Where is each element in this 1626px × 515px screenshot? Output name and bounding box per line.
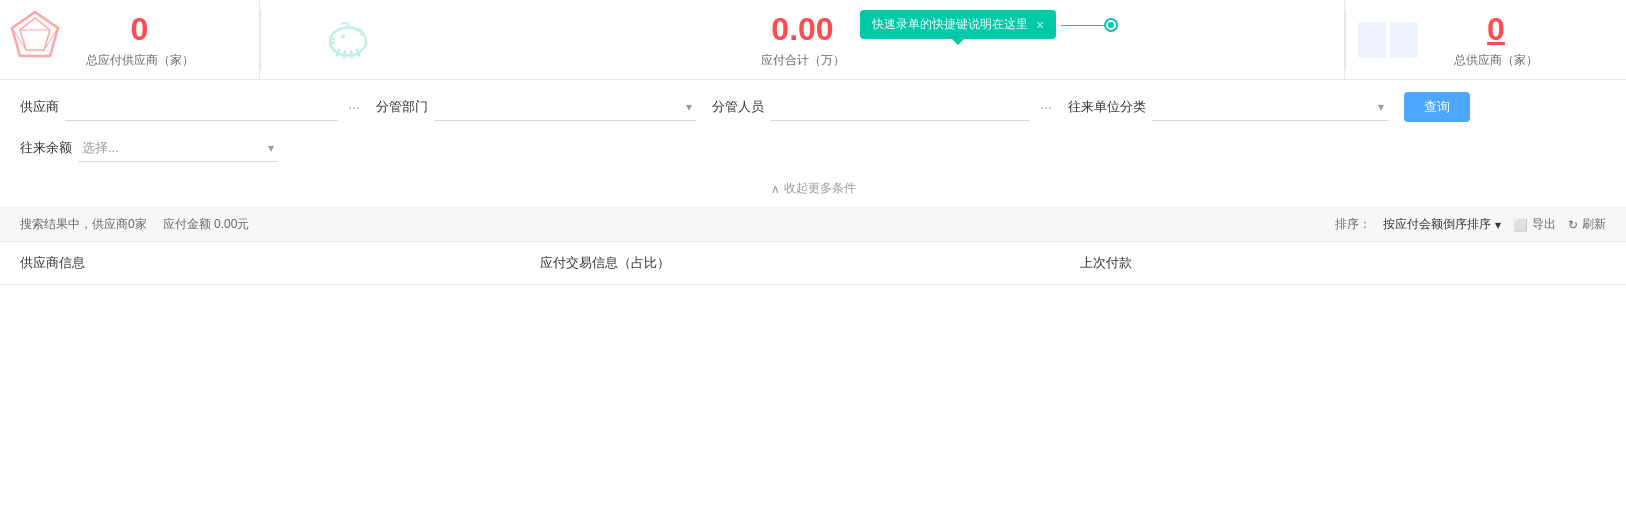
supplier-input[interactable] [69, 99, 334, 114]
sort-label: 排序： [1335, 216, 1371, 233]
tooltip-close-button[interactable]: × [1036, 17, 1044, 33]
refresh-label: 刷新 [1582, 216, 1606, 233]
export-label: 导出 [1532, 216, 1556, 233]
balance-label: 往来余额 [20, 139, 72, 157]
placeholder-block1 [1358, 22, 1386, 58]
stat-item-total-right: 0 总供应商（家） [1346, 0, 1626, 79]
unit-label: 往来单位分类 [1068, 98, 1146, 116]
tooltip-dot [1106, 20, 1116, 30]
results-controls: 排序： 按应付会额倒序排序 ▾ ⬜ 导出 ↻ 刷新 [1335, 216, 1606, 233]
unit-chevron-icon: ▾ [1378, 100, 1384, 114]
svg-marker-1 [20, 18, 50, 50]
sort-select[interactable]: 按应付会额倒序排序 ▾ [1383, 216, 1501, 233]
dept-select[interactable]: ▾ [434, 93, 696, 121]
collapse-button[interactable]: ∧ 收起更多条件 [771, 180, 856, 197]
dept-chevron-icon: ▾ [686, 100, 692, 114]
person-input[interactable] [774, 99, 1026, 114]
supplier-label: 供应商 [20, 98, 59, 116]
person-dots-button[interactable]: ··· [1040, 99, 1052, 115]
sort-chevron-icon: ▾ [1495, 218, 1501, 232]
filter-item-person: 分管人员 ··· [712, 93, 1052, 121]
piggy-icon [321, 11, 375, 65]
stat-label-payable: 应付合计（万） [761, 52, 845, 69]
svg-point-6 [341, 34, 345, 38]
table-body [0, 285, 1626, 515]
balance-select[interactable]: 选择... ▾ [78, 134, 278, 162]
stat-item-payable: 0.00 应付合计（万） [261, 0, 1345, 79]
tooltip-bubble: 快速录单的快捷键说明在这里 × [860, 10, 1056, 39]
stat-label-total-suppliers: 总应付供应商（家） [86, 52, 194, 69]
tooltip-line [1061, 25, 1111, 26]
sort-value: 按应付会额倒序排序 [1383, 216, 1491, 233]
query-button[interactable]: 查询 [1404, 92, 1470, 122]
person-label: 分管人员 [712, 98, 764, 116]
collapse-row: ∧ 收起更多条件 [20, 174, 1606, 207]
export-icon: ⬜ [1513, 218, 1528, 232]
col-header-last-payment: 上次付款 [1080, 254, 1606, 272]
refresh-icon: ↻ [1568, 218, 1578, 232]
results-bar: 搜索结果中，供应商0家 应付金额 0.00元 排序： 按应付会额倒序排序 ▾ ⬜… [0, 208, 1626, 242]
stat-number-total-suppliers: 0 [131, 10, 149, 48]
supplier-input-wrap[interactable] [65, 93, 338, 121]
tooltip-text: 快速录单的快捷键说明在这里 [872, 16, 1028, 33]
filter-item-dept: 分管部门 ▾ [376, 93, 696, 121]
stat-number-total-right: 0 [1487, 10, 1505, 48]
balance-chevron-icon: ▾ [268, 141, 274, 155]
filter-row-2: 往来余额 选择... ▾ [20, 134, 360, 162]
results-amount: 应付金额 0.00元 [163, 216, 250, 233]
stat-number-payable: 0.00 [771, 10, 833, 48]
results-summary: 搜索结果中，供应商0家 应付金额 0.00元 [20, 216, 249, 233]
dept-label: 分管部门 [376, 98, 428, 116]
filter-item-balance: 往来余额 选择... ▾ [20, 134, 360, 162]
collapse-label: 收起更多条件 [784, 180, 856, 197]
filter-area: 供应商 ··· 分管部门 ▾ 分管人员 ··· 往来单位分类 [0, 80, 1626, 208]
filter-item-supplier: 供应商 ··· [20, 93, 360, 121]
person-input-wrap[interactable] [770, 93, 1030, 121]
stat-item-suppliers: 0 总应付供应商（家） [0, 0, 260, 79]
results-count: 搜索结果中，供应商0家 [20, 216, 147, 233]
filter-item-unit: 往来单位分类 ▾ [1068, 93, 1388, 121]
stat-label-total-right: 总供应商（家） [1454, 52, 1538, 69]
filter-row-1: 供应商 ··· 分管部门 ▾ 分管人员 ··· 往来单位分类 [20, 92, 1606, 122]
stats-bar: 0 总应付供应商（家） 0.00 应付合计（万） 快 [0, 0, 1626, 80]
chevron-up-icon: ∧ [771, 182, 780, 196]
table-header: 供应商信息 应付交易信息（占比） 上次付款 [0, 242, 1626, 285]
logo-icon [10, 10, 60, 60]
export-button[interactable]: ⬜ 导出 [1513, 216, 1556, 233]
placeholder-block2 [1390, 22, 1418, 58]
col-header-trade-info: 应付交易信息（占比） [540, 254, 1080, 272]
balance-placeholder: 选择... [82, 139, 119, 157]
col-header-supplier-info: 供应商信息 [20, 254, 540, 272]
unit-select[interactable]: ▾ [1152, 93, 1388, 121]
supplier-dots-button[interactable]: ··· [348, 99, 360, 115]
refresh-button[interactable]: ↻ 刷新 [1568, 216, 1606, 233]
